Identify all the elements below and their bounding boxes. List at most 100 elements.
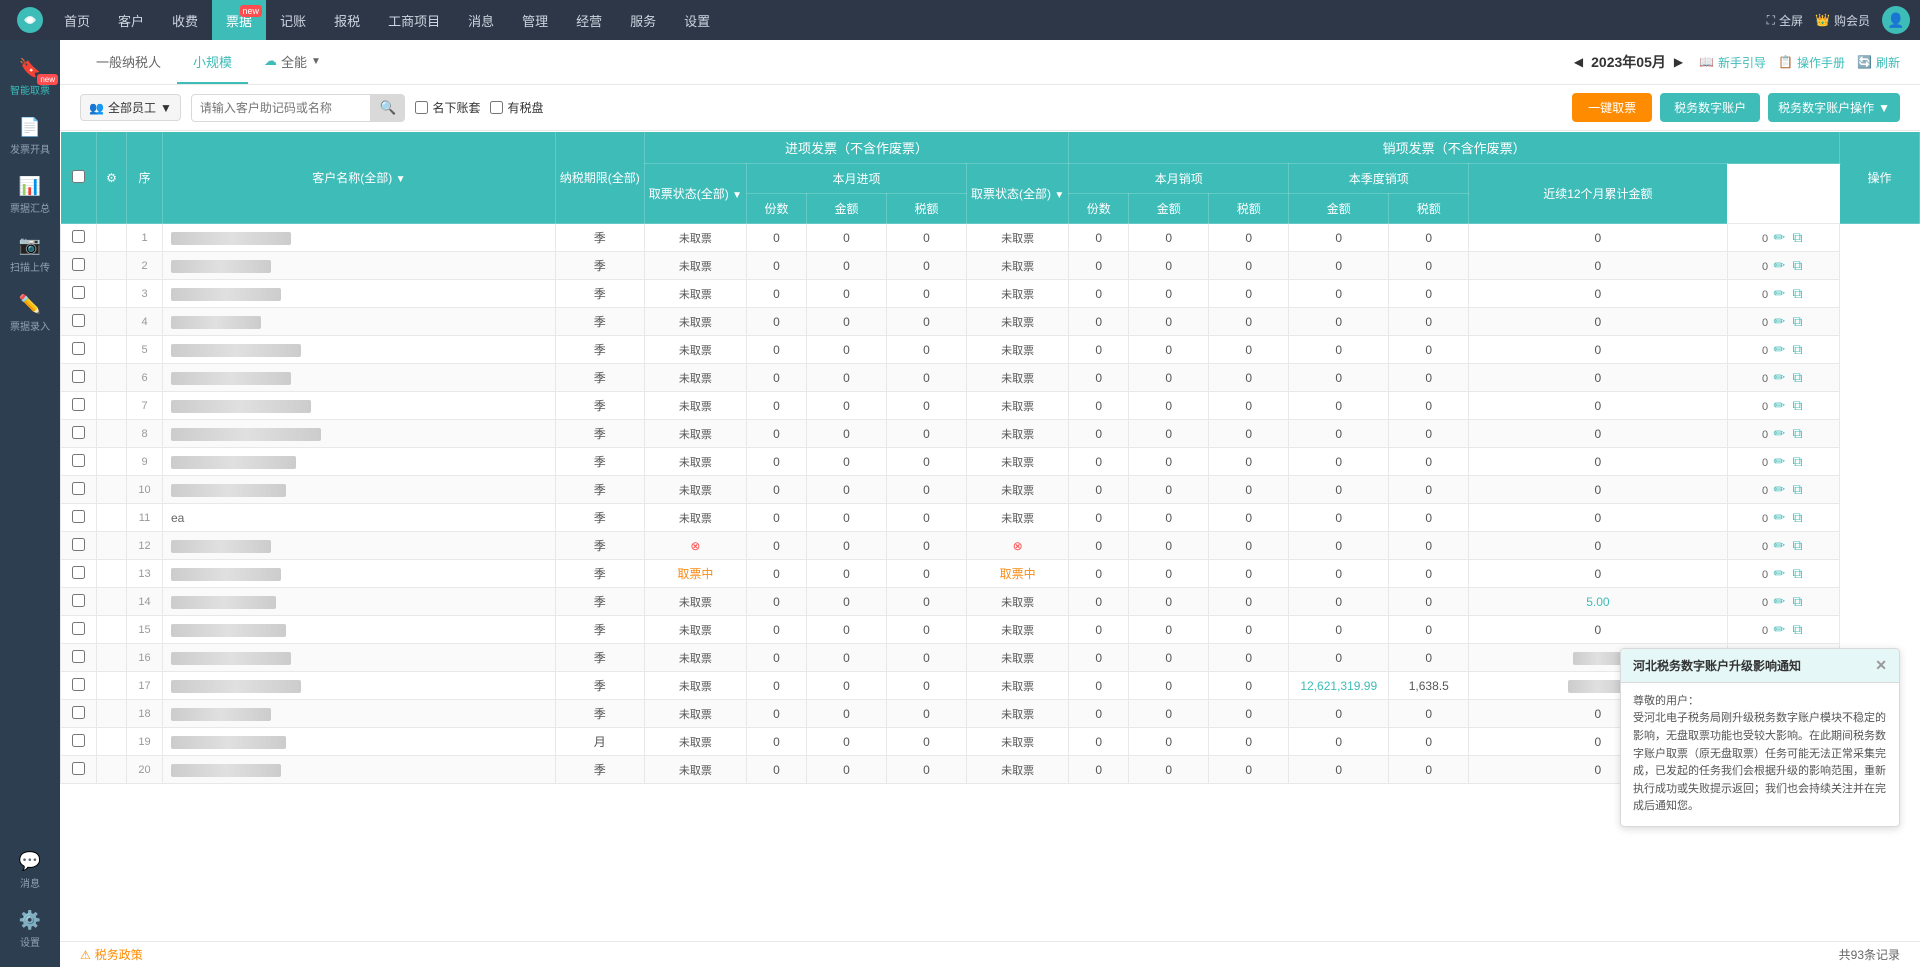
edit-icon[interactable]: ✏ [1773, 341, 1785, 357]
edit-icon[interactable]: ✏ [1773, 537, 1785, 553]
notification-close-button[interactable]: ✕ [1875, 657, 1887, 674]
search-button[interactable]: 🔍 [371, 94, 406, 122]
client-name-cell[interactable] [163, 644, 556, 672]
next-month-button[interactable]: ▶ [1674, 55, 1683, 69]
fullscreen-button[interactable]: ⛶ 全屏 [1767, 12, 1803, 29]
nav-manage[interactable]: 管理 [508, 0, 562, 40]
nav-home[interactable]: 首页 [50, 0, 104, 40]
my-accounts-checkbox[interactable] [415, 101, 428, 114]
client-name-cell[interactable] [163, 364, 556, 392]
row-checkbox[interactable] [72, 650, 85, 663]
edit-icon[interactable]: ✏ [1773, 565, 1785, 581]
row-checkbox[interactable] [72, 426, 85, 439]
row-checkbox[interactable] [72, 286, 85, 299]
edit-icon[interactable]: ✏ [1773, 369, 1785, 385]
member-button[interactable]: 👑 购会员 [1815, 12, 1870, 29]
my-accounts-checkbox-label[interactable]: 名下账套 [415, 99, 480, 116]
prev-month-button[interactable]: ◀ [1574, 55, 1583, 69]
edit-icon[interactable]: ✏ [1773, 593, 1785, 609]
row-checkbox[interactable] [72, 342, 85, 355]
row-checkbox[interactable] [72, 734, 85, 747]
new-guide-link[interactable]: 📖 新手引导 [1699, 54, 1766, 71]
copy-icon[interactable]: ⧉ [1793, 397, 1803, 413]
row-checkbox[interactable] [72, 314, 85, 327]
sidebar-item-message[interactable]: 💬 消息 [2, 843, 58, 898]
edit-icon[interactable]: ✏ [1773, 425, 1785, 441]
sidebar-item-invoice-issue[interactable]: 📄 发票开具 [2, 109, 58, 164]
edit-icon[interactable]: ✏ [1773, 313, 1785, 329]
has-taxpad-checkbox[interactable] [490, 101, 503, 114]
client-name-cell[interactable] [163, 448, 556, 476]
copy-icon[interactable]: ⧉ [1793, 285, 1803, 301]
user-avatar[interactable]: 👤 [1882, 6, 1910, 34]
subnav-small-scale[interactable]: 小规模 [177, 40, 248, 84]
copy-icon[interactable]: ⧉ [1793, 565, 1803, 581]
copy-icon[interactable]: ⧉ [1793, 369, 1803, 385]
client-name-cell[interactable] [163, 392, 556, 420]
client-name-cell[interactable] [163, 280, 556, 308]
client-name-cell[interactable] [163, 700, 556, 728]
season-amount-link[interactable]: 12,621,319.99 [1300, 679, 1377, 693]
sidebar-item-smart-ticket[interactable]: 🔖 智能取票 new [2, 50, 58, 105]
client-name-cell[interactable] [163, 560, 556, 588]
row-checkbox[interactable] [72, 622, 85, 635]
row-checkbox[interactable] [72, 510, 85, 523]
client-name-cell[interactable] [163, 252, 556, 280]
client-name-cell[interactable] [163, 308, 556, 336]
copy-icon[interactable]: ⧉ [1793, 453, 1803, 469]
subnav-general-tax[interactable]: 一般纳税人 [80, 40, 177, 84]
row-checkbox[interactable] [72, 594, 85, 607]
col-fetch-status-in-header[interactable]: 取票状态(全部) ▼ [644, 164, 746, 224]
row-checkbox[interactable] [72, 566, 85, 579]
client-name-cell[interactable] [163, 728, 556, 756]
nav-settings[interactable]: 设置 [670, 0, 724, 40]
subnav-all[interactable]: ☁ 全能 ▼ [248, 40, 337, 84]
client-name-cell[interactable] [163, 672, 556, 700]
edit-icon[interactable]: ✏ [1773, 229, 1785, 245]
client-name-cell[interactable] [163, 336, 556, 364]
client-name-cell[interactable] [163, 588, 556, 616]
client-name-cell[interactable] [163, 476, 556, 504]
has-taxpad-checkbox-label[interactable]: 有税盘 [490, 99, 543, 116]
row-checkbox[interactable] [72, 258, 85, 271]
select-all-checkbox[interactable] [72, 170, 85, 183]
sidebar-item-config[interactable]: ⚙️ 设置 [2, 902, 58, 957]
row-checkbox[interactable] [72, 678, 85, 691]
rolling12-link[interactable]: 5.00 [1586, 595, 1609, 609]
sidebar-item-scan-upload[interactable]: 📷 扫描上传 [2, 227, 58, 282]
manual-link[interactable]: 📋 操作手册 [1778, 54, 1845, 71]
edit-icon[interactable]: ✏ [1773, 621, 1785, 637]
row-checkbox[interactable] [72, 454, 85, 467]
app-logo[interactable] [10, 0, 50, 40]
row-checkbox[interactable] [72, 230, 85, 243]
nav-operation[interactable]: 经营 [562, 0, 616, 40]
row-checkbox[interactable] [72, 370, 85, 383]
copy-icon[interactable]: ⧉ [1793, 257, 1803, 273]
nav-invoice[interactable]: 票据 new [212, 0, 266, 40]
nav-accounting[interactable]: 记账 [266, 0, 320, 40]
row-checkbox[interactable] [72, 482, 85, 495]
edit-icon[interactable]: ✏ [1773, 397, 1785, 413]
employee-filter[interactable]: 👥 全部员工 ▼ [80, 94, 181, 121]
client-name-cell[interactable] [163, 756, 556, 784]
client-name-cell[interactable] [163, 224, 556, 252]
copy-icon[interactable]: ⧉ [1793, 313, 1803, 329]
tax-digital-ops-button[interactable]: 税务数字账户操作 ▼ [1768, 93, 1900, 122]
client-name-cell[interactable] [163, 420, 556, 448]
sidebar-item-ticket-entry[interactable]: ✏️ 票据录入 [2, 286, 58, 341]
sidebar-item-invoice-summary[interactable]: 📊 票据汇总 [2, 168, 58, 223]
client-name-cell[interactable] [163, 532, 556, 560]
row-checkbox[interactable] [72, 762, 85, 775]
refresh-link[interactable]: 🔄 刷新 [1857, 54, 1900, 71]
col-tax-period-header[interactable]: 纳税期限(全部) [555, 132, 644, 224]
col-client-header[interactable]: 客户名称(全部) ▼ [163, 132, 556, 224]
nav-service[interactable]: 服务 [616, 0, 670, 40]
edit-icon[interactable]: ✏ [1773, 285, 1785, 301]
search-input[interactable] [191, 94, 371, 122]
edit-icon[interactable]: ✏ [1773, 453, 1785, 469]
tax-policy-link[interactable]: ⚠ 税务政策 [80, 946, 143, 963]
copy-icon[interactable]: ⧉ [1793, 509, 1803, 525]
edit-icon[interactable]: ✏ [1773, 509, 1785, 525]
edit-icon[interactable]: ✏ [1773, 481, 1785, 497]
nav-fee[interactable]: 收费 [158, 0, 212, 40]
